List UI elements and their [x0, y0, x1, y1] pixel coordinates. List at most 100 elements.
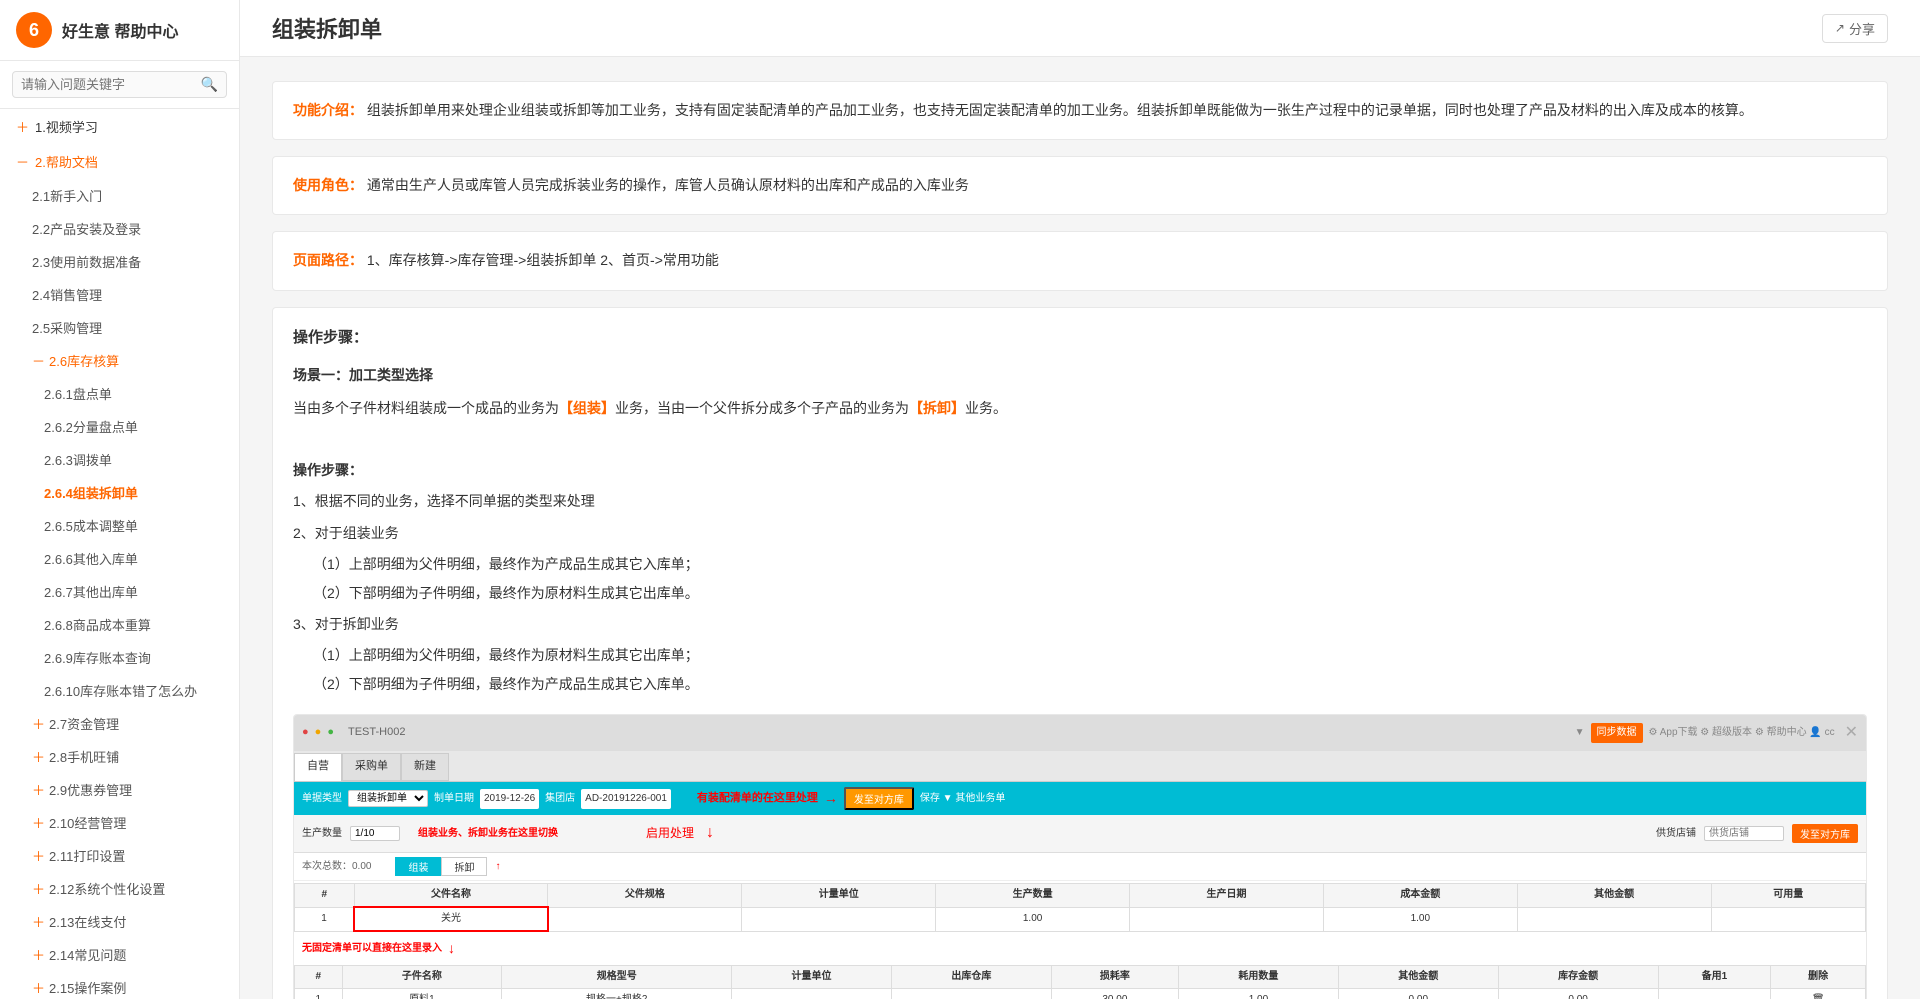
mock-type-disassemble[interactable]: 拆卸 — [441, 857, 487, 876]
col-other: 其他金额 — [1517, 884, 1711, 908]
tab-purchase[interactable]: 采购单 — [342, 753, 401, 781]
annotation1: 有装配清单的在这里处理 — [697, 789, 818, 809]
mock-action-btns: 保存 ▼ 其他业务单 — [920, 790, 1005, 808]
ops-steps-subtitle: 操作步骤： — [293, 458, 1867, 483]
table-row: 1 原料1 规格一+规格2 30.00 1.00 0.00 0.00 🗑 — [295, 989, 1866, 999]
content-area: 功能介绍： 组装拆卸单用来处理企业组装或拆卸等加工业务，支持有固定装配清单的产品… — [240, 57, 1920, 999]
minus-icon-2-6: － — [32, 351, 45, 370]
role-label: 使用角色： — [293, 177, 363, 193]
sidebar-item-2-2[interactable]: 2.2产品安装及登录 — [0, 212, 239, 245]
ops-card: 操作步骤： 场景一：加工类型选择 当由多个子件材料组装成一个成品的业务为【组装】… — [272, 307, 1888, 999]
mock-supplier-input[interactable] — [1704, 826, 1784, 841]
sidebar-item-2-6-10[interactable]: 2.6.10库存账本错了怎么办 — [0, 674, 239, 707]
mock-upper-table: # 父件名称 父件规格 计量单位 生产数量 生产日期 成本金额 其他金额 可用量 — [294, 883, 1866, 932]
path-label: 页面路径： — [293, 252, 363, 268]
lcol-loss: 损耗率 — [1051, 966, 1178, 989]
arrow-down-1: ↓ — [706, 819, 714, 848]
tab-active[interactable]: 自营 — [294, 753, 342, 781]
role-card: 使用角色： 通常由生产人员或库管人员完成拆装业务的操作，库管人员确认原材料的出库… — [272, 156, 1888, 215]
step3-sub1: （1）上部明细为父件明细，最终作为原材料生成其它出库单； — [313, 643, 1867, 668]
sidebar-item-2-11[interactable]: ＋ 2.11打印设置 — [0, 839, 239, 872]
sidebar-item-2-14[interactable]: ＋ 2.14常见问题 — [0, 938, 239, 971]
plus-icon: ＋ — [16, 117, 29, 136]
col-id: # — [295, 884, 355, 908]
search-icon[interactable]: 🔍 — [201, 76, 218, 93]
arrow-down-2: ↓ — [448, 936, 455, 961]
lcol-id: # — [295, 966, 343, 989]
sidebar-item-2-6-1[interactable]: 2.6.1盘点单 — [0, 377, 239, 410]
mock-confirm-btn[interactable]: 发至对方库 — [844, 787, 914, 810]
sidebar-item-1[interactable]: ＋ 1.视频学习 — [0, 109, 239, 144]
sidebar-item-2-6-5[interactable]: 2.6.5成本调整单 — [0, 509, 239, 542]
mock-type-toggle: 组装 拆卸 — [395, 857, 487, 876]
function-intro-label: 功能介绍： — [293, 102, 363, 118]
tab-new[interactable]: 新建 — [401, 753, 449, 781]
mock-farstore-btn[interactable]: 发至对方库 — [1792, 824, 1858, 843]
path-text: 1、库存核算->库存管理->组装拆卸单 2、首页->常用功能 — [367, 252, 719, 268]
sidebar-item-2-15[interactable]: ＋ 2.15操作案例 — [0, 971, 239, 999]
sidebar-item-2-6-4[interactable]: 2.6.4组装拆卸单 — [0, 476, 239, 509]
sidebar-item-2-6[interactable]: － 2.6库存核算 — [0, 344, 239, 377]
function-intro-card: 功能介绍： 组装拆卸单用来处理企业组装或拆卸等加工业务，支持有固定装配清单的产品… — [272, 81, 1888, 140]
sidebar-item-2-6-3[interactable]: 2.6.3调拨单 — [0, 443, 239, 476]
mock-supplier-label: 供货店铺 — [1656, 825, 1696, 843]
mock-doc-type-select[interactable]: 组装拆卸单 — [348, 790, 428, 807]
ops-title: 操作步骤： — [293, 324, 1867, 351]
share-button[interactable]: ↗ 分享 — [1822, 14, 1888, 43]
app-title: 好生意 帮助中心 — [62, 18, 178, 42]
search-input[interactable] — [21, 77, 201, 92]
sidebar: 6 好生意 帮助中心 🔍 ＋ 1.视频学习 － 2.帮助文档 2.1新手入门 2… — [0, 0, 240, 999]
plus-icon-2-7: ＋ — [32, 714, 45, 733]
annotation4-row: 无固定清单可以直接在这里录入 ↓ — [294, 934, 1866, 963]
path-card: 页面路径： 1、库存核算->库存管理->组装拆卸单 2、首页->常用功能 — [272, 231, 1888, 290]
mock-group-val: AD-20191226-001 — [581, 789, 671, 809]
sidebar-header: 6 好生意 帮助中心 — [0, 0, 239, 61]
col-name: 父件名称 — [354, 884, 548, 908]
sidebar-item-2-6-7[interactable]: 2.6.7其他出库单 — [0, 575, 239, 608]
sidebar-item-2-6-8[interactable]: 2.6.8商品成本重算 — [0, 608, 239, 641]
sidebar-item-2-6-9[interactable]: 2.6.9库存账本查询 — [0, 641, 239, 674]
scenario1-desc: 当由多个子件材料组装成一个成品的业务为【组装】业务，当由一个父件拆分成多个子产品… — [293, 396, 1867, 421]
col-unit: 计量单位 — [742, 884, 936, 908]
col-qty: 生产数量 — [936, 884, 1130, 908]
sidebar-item-2-10[interactable]: ＋ 2.10经营管理 — [0, 806, 239, 839]
col-date: 生产日期 — [1130, 884, 1324, 908]
lcol-spare2: 删除 — [1771, 966, 1866, 989]
sidebar-item-2-4[interactable]: 2.4销售管理 — [0, 278, 239, 311]
mock-type-assemble[interactable]: 组装 — [395, 857, 441, 876]
main-content-area: 组装拆卸单 ↗ 分享 功能介绍： 组装拆卸单用来处理企业组装或拆卸等加工业务，支… — [240, 0, 1920, 999]
step2: 2、对于组装业务 — [293, 521, 1867, 546]
search-input-wrap[interactable]: 🔍 — [12, 71, 227, 98]
sidebar-item-2-6-2[interactable]: 2.6.2分量盘点单 — [0, 410, 239, 443]
sidebar-item-2-1[interactable]: 2.1新手入门 — [0, 179, 239, 212]
annotation4: 无固定清单可以直接在这里录入 — [302, 940, 442, 958]
lcol-name: 子件名称 — [342, 966, 502, 989]
screenshot-title: TEST-H002 — [348, 723, 405, 743]
step3-sub2: （2）下部明细为子件明细，最终作为产成品生成其它入库单。 — [313, 672, 1867, 697]
annotation3-text: 启用处理 — [646, 823, 694, 845]
mock-group-label: 集团店 — [545, 790, 575, 808]
nav-section: ＋ 1.视频学习 － 2.帮助文档 2.1新手入门 2.2产品安装及登录 2.3… — [0, 109, 239, 999]
mock-upper-table-wrap: # 父件名称 父件规格 计量单位 生产数量 生产日期 成本金额 其他金额 可用量 — [294, 881, 1866, 934]
sidebar-item-2-3[interactable]: 2.3使用前数据准备 — [0, 245, 239, 278]
lcol-other: 其他金额 — [1338, 966, 1498, 989]
step2-sub2: （2）下部明细为子件明细，最终作为原材料生成其它出库单。 — [313, 581, 1867, 606]
sidebar-item-2-7[interactable]: ＋ 2.7资金管理 — [0, 707, 239, 740]
lcol-wh: 出库仓库 — [891, 966, 1051, 989]
mock-lower-table: # 子件名称 规格型号 计量单位 出库仓库 损耗率 耗用数量 其他金额 库存金额… — [294, 965, 1866, 999]
sidebar-item-2-6-6[interactable]: 2.6.6其他入库单 — [0, 542, 239, 575]
sidebar-item-2[interactable]: － 2.帮助文档 — [0, 144, 239, 179]
mock-qty-input[interactable] — [350, 826, 400, 841]
lcol-unit: 计量单位 — [732, 966, 892, 989]
topbar: 组装拆卸单 ↗ 分享 — [240, 0, 1920, 57]
sidebar-item-2-13[interactable]: ＋ 2.13在线支付 — [0, 905, 239, 938]
sidebar-item-2-8[interactable]: ＋ 2.8手机旺铺 — [0, 740, 239, 773]
table-row: 1 关光 1.00 1.00 — [295, 907, 1866, 931]
sidebar-item-2-9[interactable]: ＋ 2.9优惠券管理 — [0, 773, 239, 806]
col-spec: 父件规格 — [548, 884, 742, 908]
page-title: 组装拆卸单 — [272, 12, 382, 44]
sidebar-item-2-5[interactable]: 2.5采购管理 — [0, 311, 239, 344]
scenario1-title: 场景一：加工类型选择 — [293, 363, 1867, 388]
sidebar-item-2-12[interactable]: ＋ 2.12系统个性化设置 — [0, 872, 239, 905]
mock-lower-table-wrap: # 子件名称 规格型号 计量单位 出库仓库 损耗率 耗用数量 其他金额 库存金额… — [294, 963, 1866, 999]
